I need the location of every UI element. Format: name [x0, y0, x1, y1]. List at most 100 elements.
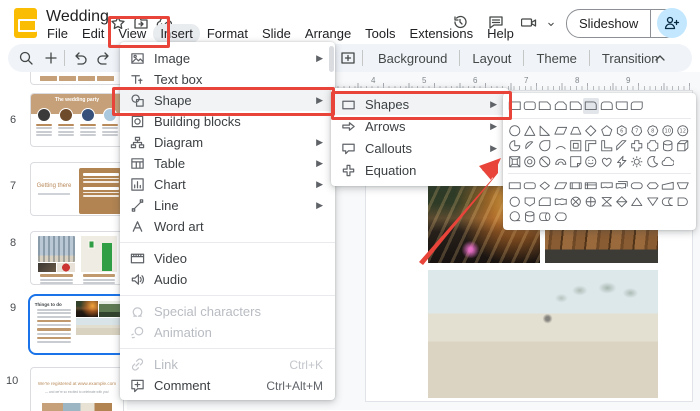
slide-thumbnail-10[interactable]: We're registered at www.example.com — and… [30, 367, 124, 411]
frame-plus-icon[interactable] [340, 50, 356, 66]
shape-plaque-icon[interactable] [645, 138, 660, 154]
menubar-item-tools[interactable]: Tools [358, 24, 402, 43]
shape-cloud-icon[interactable] [660, 154, 675, 170]
shape-flow-punched-tape-icon[interactable] [553, 194, 568, 210]
slide-thumbnail-partial[interactable] [30, 72, 124, 85]
theme-button[interactable]: Theme [524, 51, 588, 66]
slide-thumbnail-6[interactable]: The wedding party [30, 93, 124, 147]
menubar-item-format[interactable]: Format [200, 24, 255, 43]
shape-hexagon-icon[interactable]: 6 [614, 123, 629, 139]
menubar-item-arrange[interactable]: Arrange [298, 24, 358, 43]
shape-block-arc-icon[interactable] [553, 154, 568, 170]
shape-flow-punched-card-icon[interactable] [538, 194, 553, 210]
menu-item-chart[interactable]: Chart ▶ [120, 174, 335, 195]
meet-camera-icon[interactable] [521, 14, 537, 30]
shape-smiley-icon[interactable] [583, 154, 598, 170]
shape-trapezoid-icon[interactable] [568, 123, 583, 139]
slides-logo[interactable] [14, 8, 37, 38]
shape-round-single-corner-rect-icon[interactable] [583, 98, 599, 114]
slide-thumbnail-8[interactable] [30, 231, 124, 285]
menu-item-table[interactable]: Table ▶ [120, 153, 335, 174]
menu-item-image[interactable]: Image ▶ [120, 48, 335, 69]
shape-cross-icon[interactable] [629, 138, 644, 154]
shape-half-frame-icon[interactable] [583, 138, 598, 154]
shape-folded-corner-icon[interactable] [568, 154, 583, 170]
shape-flow-sort-icon[interactable] [614, 194, 629, 210]
shape-flow-document-icon[interactable] [599, 178, 614, 194]
comments-icon[interactable] [488, 14, 504, 30]
menubar-item-extensions[interactable]: Extensions [403, 24, 481, 43]
shape-snip-same-side-rect-icon[interactable] [553, 98, 568, 114]
shape-diagonal-stripe-icon[interactable] [614, 138, 629, 154]
shape-chord-icon[interactable] [522, 138, 537, 154]
menubar-item-edit[interactable]: Edit [75, 24, 111, 43]
menu-item-audio[interactable]: Audio [120, 269, 335, 290]
shape-decagon-icon[interactable]: 10 [660, 123, 675, 139]
menu-item-diagram[interactable]: Diagram ▶ [120, 132, 335, 153]
menu-item-comment[interactable]: Comment Ctrl+Alt+M [120, 375, 335, 396]
menubar-item-slide[interactable]: Slide [255, 24, 298, 43]
shape-flow-magnetic-disk-icon[interactable] [522, 209, 537, 225]
slide-photo-skatepark[interactable] [428, 270, 658, 398]
redo-icon[interactable] [96, 50, 112, 66]
shape-octagon-icon[interactable]: 8 [645, 123, 660, 139]
menu-item-callouts[interactable]: Callouts ▶ [331, 137, 509, 159]
shape-flow-internal-storage-icon[interactable] [583, 178, 598, 194]
shape-snip-single-corner-rect-icon[interactable] [538, 98, 553, 114]
shape-flow-data-icon[interactable] [553, 178, 568, 194]
shape-flow-stored-data-icon[interactable] [660, 194, 675, 210]
shape-lightning-bolt-icon[interactable] [614, 154, 629, 170]
menu-item-word-art[interactable]: Word art [120, 216, 335, 237]
shape-flow-multidocument-icon[interactable] [614, 178, 629, 194]
shape-snip-round-single-rect-icon[interactable] [568, 98, 583, 114]
shape-diamond-icon[interactable] [583, 123, 598, 139]
shape-ellipse-icon[interactable] [507, 123, 522, 139]
undo-icon[interactable] [72, 50, 88, 66]
shape-flow-or-icon[interactable] [583, 194, 598, 210]
layout-button[interactable]: Layout [460, 51, 523, 66]
shape-can-icon[interactable] [660, 138, 675, 154]
shape-round-single-corner-rect-alt-icon[interactable] [614, 98, 629, 114]
shape-flow-alternate-process-icon[interactable] [522, 178, 537, 194]
background-button[interactable]: Background [366, 51, 459, 66]
shape-heptagon-icon[interactable]: 7 [629, 123, 644, 139]
shape-flow-sequential-storage-icon[interactable] [507, 209, 522, 225]
shape-flow-direct-access-storage-icon[interactable] [538, 209, 553, 225]
shape-flow-extract-icon[interactable] [629, 194, 644, 210]
shape-flow-process-icon[interactable] [507, 178, 522, 194]
shape-flow-manual-operation-icon[interactable] [675, 178, 690, 194]
shape-round-diagonal-rect-icon[interactable] [629, 98, 644, 114]
shape-bevel-icon[interactable] [507, 154, 522, 170]
shape-flow-connector-icon[interactable] [507, 194, 522, 210]
meet-caret-icon[interactable] [545, 18, 557, 30]
chevron-up-icon[interactable] [652, 50, 668, 66]
shape-heart-icon[interactable] [599, 154, 614, 170]
menu-item-equation[interactable]: Equation ▶ [331, 159, 509, 181]
shape-l-shape-icon[interactable] [599, 138, 614, 154]
shape-dodecagon-icon[interactable]: 12 [675, 123, 690, 139]
shape-flow-summing-junction-icon[interactable] [568, 194, 583, 210]
shape-flow-decision-icon[interactable] [538, 178, 553, 194]
version-history-icon[interactable] [452, 14, 468, 30]
shape-round-same-side-rect-icon[interactable] [599, 98, 614, 114]
shape-flow-merge-icon[interactable] [645, 194, 660, 210]
shape-round-rect-icon[interactable] [522, 98, 537, 114]
shape-donut-icon[interactable] [522, 154, 537, 170]
shape-flow-terminator-icon[interactable] [629, 178, 644, 194]
share-button[interactable] [657, 8, 687, 38]
shape-flow-off-page-connector-icon[interactable] [522, 194, 537, 210]
shape-moon-icon[interactable] [645, 154, 660, 170]
shape-flow-display-icon[interactable] [553, 209, 568, 225]
shape-flow-predefined-process-icon[interactable] [568, 178, 583, 194]
shape-arc-icon[interactable] [553, 138, 568, 154]
shape-flow-preparation-icon[interactable] [645, 178, 660, 194]
shape-pie-icon[interactable] [507, 138, 522, 154]
slide-thumbnail-9[interactable]: Things to do [28, 294, 127, 355]
shape-flow-manual-input-icon[interactable] [660, 178, 675, 194]
shape-right-triangle-icon[interactable] [538, 123, 553, 139]
menu-item-line[interactable]: Line ▶ [120, 195, 335, 216]
shape-flow-collate-icon[interactable] [599, 194, 614, 210]
add-slide-icon[interactable] [43, 50, 59, 66]
shape-cube-icon[interactable] [675, 138, 690, 154]
shape-pentagon-icon[interactable] [599, 123, 614, 139]
